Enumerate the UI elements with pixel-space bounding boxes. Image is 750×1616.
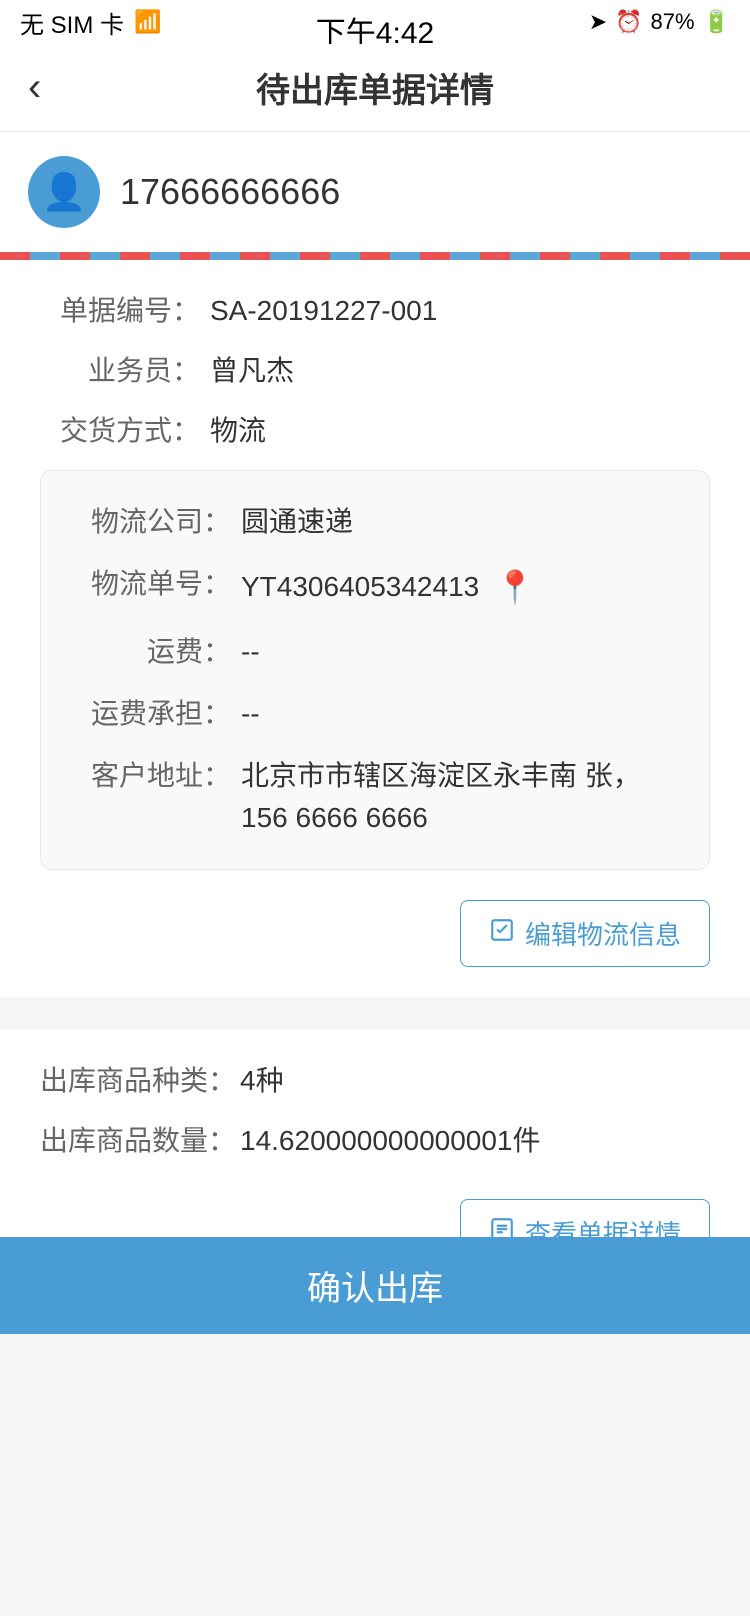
status-bar: 无 SIM 卡 📶 下午4:42 ➤ ⏰ 87% 🔋: [0, 0, 750, 44]
address-label: 客户地址：: [71, 755, 231, 797]
delivery-method-value: 物流: [200, 410, 710, 452]
avatar: 👤: [28, 156, 100, 228]
product-type-value: 4种: [240, 1059, 284, 1099]
avatar-icon: 👤: [42, 171, 87, 213]
salesman-value: 曾凡杰: [200, 350, 710, 392]
location-icon: ➤: [589, 9, 607, 35]
carrier-text: 无 SIM 卡: [20, 5, 124, 40]
alarm-icon: ⏰: [615, 9, 642, 35]
salesman-row: 业务员： 曾凡杰: [40, 350, 710, 392]
order-number-value: SA-20191227-001: [200, 290, 710, 332]
dashed-divider: [0, 252, 750, 260]
logistics-card: 物流公司： 圆通速递 物流单号： YT4306405342413 📍 运费： -…: [40, 470, 710, 870]
logistics-company-label: 物流公司：: [71, 501, 231, 543]
freight-bearer-row: 运费承担： --: [71, 693, 679, 735]
section-divider: [0, 1013, 750, 1029]
tracking-number-text: YT4306405342413: [241, 566, 479, 608]
address-row: 客户地址： 北京市市辖区海淀区永丰南 张，156 6666 6666: [71, 755, 679, 839]
product-quantity-value: 14.620000000000001件: [240, 1119, 541, 1159]
edit-icon: [489, 917, 515, 950]
order-number-label: 单据编号：: [40, 290, 200, 332]
confirm-btn-container: 确认出库: [0, 1237, 750, 1334]
logistics-company-value: 圆通速递: [231, 501, 679, 543]
product-quantity-row: 出库商品数量： 14.620000000000001件: [40, 1119, 710, 1159]
product-type-row: 出库商品种类： 4种: [40, 1059, 710, 1099]
freight-value: --: [231, 631, 679, 673]
freight-row: 运费： --: [71, 631, 679, 673]
tracking-location-icon[interactable]: 📍: [495, 563, 535, 611]
delivery-method-row: 交货方式： 物流: [40, 410, 710, 452]
user-section: 👤 17666666666: [0, 132, 750, 252]
logistics-tracking-value: YT4306405342413 📍: [231, 563, 679, 611]
logistics-tracking-row: 物流单号： YT4306405342413 📍: [71, 563, 679, 611]
address-value: 北京市市辖区海淀区永丰南 张，156 6666 6666: [231, 755, 679, 839]
battery-icon: 🔋: [703, 9, 730, 35]
wifi-icon: 📶: [134, 9, 161, 35]
salesman-label: 业务员：: [40, 350, 200, 392]
freight-bearer-value: --: [231, 693, 679, 735]
freight-label: 运费：: [71, 631, 231, 673]
user-phone: 17666666666: [120, 171, 340, 213]
nav-title: 待出库单据详情: [256, 63, 494, 112]
logistics-tracking-label: 物流单号：: [71, 563, 231, 605]
status-left: 无 SIM 卡 📶: [20, 5, 161, 40]
confirm-button[interactable]: 确认出库: [307, 1261, 443, 1310]
basic-info-section: 单据编号： SA-20191227-001 业务员： 曾凡杰 交货方式： 物流 …: [0, 260, 750, 997]
edit-btn-row: 编辑物流信息: [40, 890, 710, 967]
product-quantity-label: 出库商品数量：: [40, 1119, 240, 1159]
order-number-row: 单据编号： SA-20191227-001: [40, 290, 710, 332]
address-text: 北京市市辖区海淀区永丰南 张，156 6666 6666: [241, 755, 679, 839]
product-type-label: 出库商品种类：: [40, 1059, 240, 1099]
edit-logistics-button[interactable]: 编辑物流信息: [460, 900, 710, 967]
edit-button-label: 编辑物流信息: [525, 915, 681, 952]
freight-bearer-label: 运费承担：: [71, 693, 231, 735]
back-button[interactable]: ‹: [28, 65, 41, 110]
nav-bar: ‹ 待出库单据详情: [0, 44, 750, 132]
logistics-company-row: 物流公司： 圆通速递: [71, 501, 679, 543]
status-right: ➤ ⏰ 87% 🔋: [589, 9, 730, 35]
delivery-method-label: 交货方式：: [40, 410, 200, 452]
battery-text: 87%: [651, 9, 695, 35]
